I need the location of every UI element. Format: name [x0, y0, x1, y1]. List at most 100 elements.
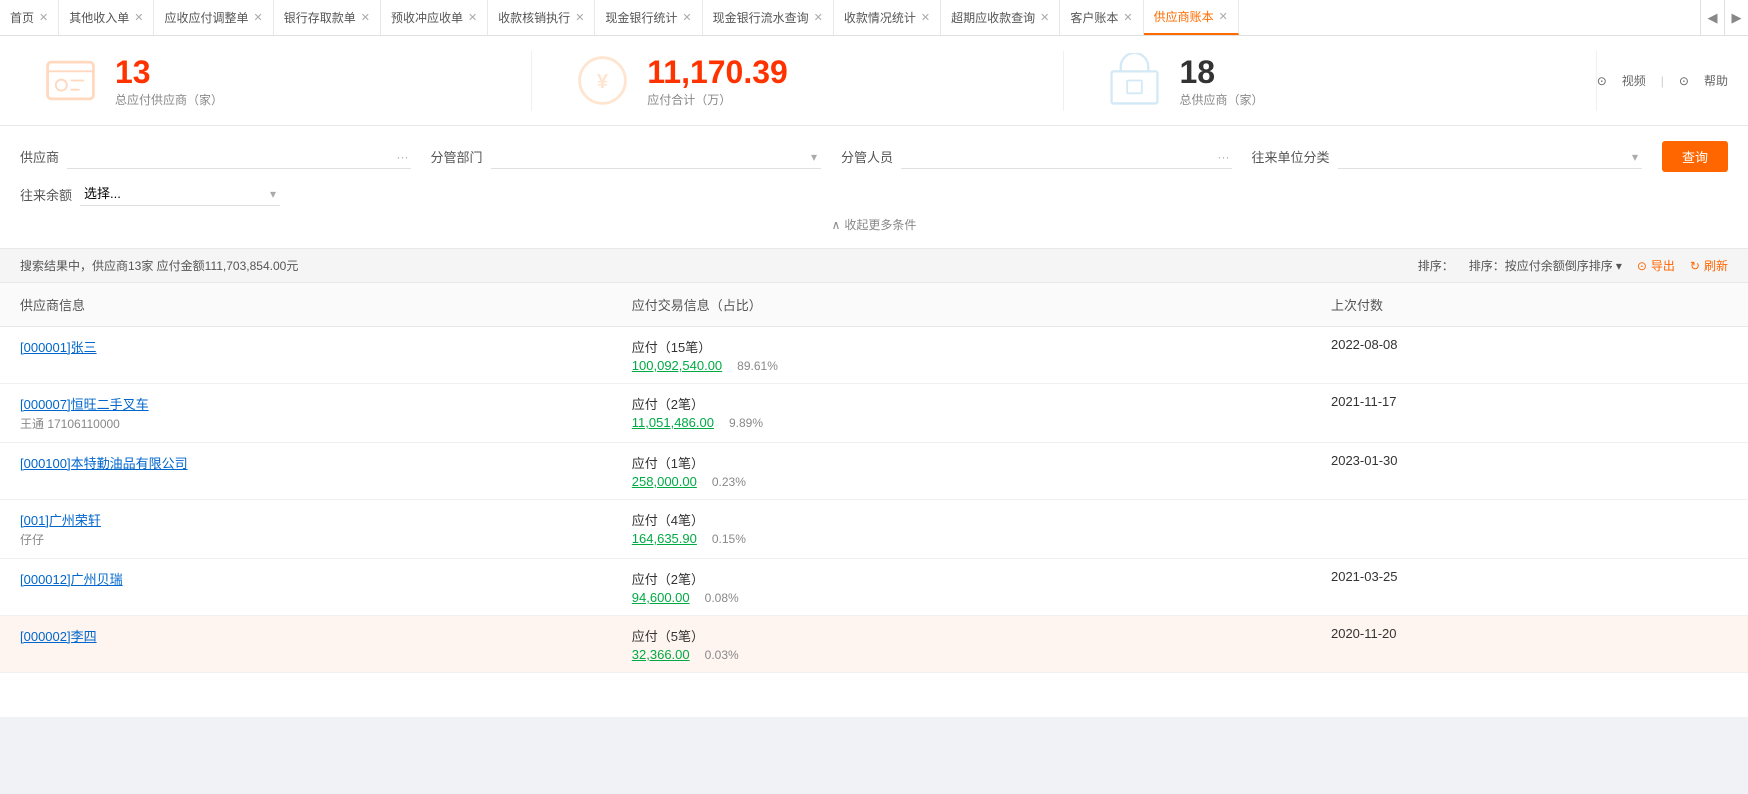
refresh-icon: ↻: [1690, 259, 1700, 273]
tab-supplier-account[interactable]: 供应商账本 ✕: [1144, 0, 1239, 35]
help-label[interactable]: 帮助: [1704, 72, 1728, 89]
search-row-1: 供应商 ··· 分管部门 ▾ 分管人员 ··· 往来单位分类: [20, 141, 1728, 172]
supplier-ellipsis-icon: ···: [397, 150, 409, 164]
tab-collection[interactable]: 收款核销执行 ✕: [488, 0, 595, 35]
transaction-label: 应付（2笔）: [632, 394, 1291, 413]
person-field: 分管人员 ···: [841, 145, 1232, 169]
sort-button[interactable]: 排序：按应付余额倒序排序 ▾: [1469, 257, 1622, 274]
tab-bank-close[interactable]: ✕: [361, 11, 370, 24]
tab-other-income-close[interactable]: ✕: [134, 11, 143, 24]
top-navigation: 首页 ✕ 其他收入单 ✕ 应收应付调整单 ✕ 银行存取款单 ✕ 预收冲应收单 ✕…: [0, 0, 1748, 36]
header-lastpay: 上次付数: [1311, 283, 1748, 327]
query-button[interactable]: 查询: [1662, 141, 1728, 172]
sort-chevron-icon: ▾: [1616, 259, 1622, 273]
balance-select[interactable]: 选择...: [80, 182, 280, 206]
stat-payable-suppliers: 13 总应付供应商（家）: [0, 51, 532, 111]
refresh-label: 刷新: [1704, 257, 1728, 274]
transaction-amount[interactable]: 164,635.90: [632, 531, 697, 546]
collapse-button[interactable]: ∧ 收起更多条件: [20, 216, 1728, 233]
payable-suppliers-count: 13: [115, 53, 223, 91]
transaction-amount[interactable]: 32,366.00: [632, 647, 690, 662]
supplier-link[interactable]: [000012]广州贝瑞: [20, 572, 123, 587]
payable-suppliers-content: 13 总应付供应商（家）: [115, 53, 223, 108]
tab-adjustment-close[interactable]: ✕: [253, 11, 262, 24]
tab-advance-close[interactable]: ✕: [468, 11, 477, 24]
tab-cash-bank-flow-close[interactable]: ✕: [814, 11, 823, 24]
tab-adjustment[interactable]: 应收应付调整单 ✕: [154, 0, 273, 35]
tab-receipt-stat-label: 收款情况统计: [844, 9, 916, 26]
tab-receipt-stat[interactable]: 收款情况统计 ✕: [834, 0, 941, 35]
export-button[interactable]: ⊙ 导出: [1637, 257, 1675, 274]
stats-right-actions: ⊙ 视频 | ⊙ 帮助: [1597, 72, 1748, 89]
transaction-amount[interactable]: 258,000.00: [632, 474, 697, 489]
supplier-input[interactable]: [67, 145, 410, 169]
last-pay-date: 2021-11-17: [1311, 384, 1748, 443]
category-field: 往来单位分类 ▾: [1252, 145, 1643, 169]
tab-customer-account-close[interactable]: ✕: [1123, 11, 1132, 24]
tab-home[interactable]: 首页 ✕: [0, 0, 59, 35]
transaction-label: 应付（2笔）: [632, 569, 1291, 588]
transaction-label: 应付（4笔）: [632, 510, 1291, 529]
tab-other-income[interactable]: 其他收入单 ✕: [59, 0, 154, 35]
nav-arrows: ◀ ▶: [1700, 0, 1748, 36]
transaction-label: 应付（15笔）: [632, 337, 1291, 356]
supplier-link[interactable]: [001]广州荣轩: [20, 513, 101, 528]
table-row: [000001]张三应付（15笔）100,092,540.0089.61%202…: [0, 327, 1748, 384]
tab-cash-bank-stat-close[interactable]: ✕: [682, 11, 691, 24]
balance-label: 往来余额: [20, 185, 72, 204]
tab-cash-bank-flow[interactable]: 现金银行流水查询 ✕: [703, 0, 834, 35]
total-suppliers-label: 总供应商（家）: [1179, 91, 1263, 108]
tab-overdue-close[interactable]: ✕: [1040, 11, 1049, 24]
tab-receipt-stat-close[interactable]: ✕: [921, 11, 930, 24]
supplier-link[interactable]: [000002]李四: [20, 629, 97, 644]
tab-overdue-label: 超期应收款查询: [951, 9, 1035, 26]
supplier-link[interactable]: [000007]恒旺二手叉车: [20, 397, 149, 412]
department-select[interactable]: [491, 145, 821, 169]
transaction-percent: 0.23%: [712, 475, 746, 489]
tab-supplier-account-close[interactable]: ✕: [1219, 10, 1228, 23]
header-row: 供应商信息 应付交易信息（占比） 上次付数: [0, 283, 1748, 327]
refresh-button[interactable]: ↻ 刷新: [1690, 257, 1728, 274]
payable-total-label: 应付合计（万）: [647, 91, 788, 108]
table-container: 供应商信息 应付交易信息（占比） 上次付数 [000001]张三 应付（15笔） 1…: [0, 283, 1748, 717]
department-field: 分管部门 ▾: [431, 145, 822, 169]
nav-arrow-left[interactable]: ◀: [1700, 0, 1724, 36]
tab-customer-account-label: 客户账本: [1070, 9, 1118, 26]
category-label: 往来单位分类: [1252, 147, 1330, 166]
tab-collection-close[interactable]: ✕: [575, 11, 584, 24]
transaction-amount[interactable]: 94,600.00: [632, 590, 690, 605]
transaction-label: 应付（1笔）: [632, 453, 1291, 472]
last-pay-date: 2023-01-30: [1311, 443, 1748, 500]
tab-home-close[interactable]: ✕: [39, 11, 48, 24]
transaction-percent: 9.89%: [729, 416, 763, 430]
tab-bank[interactable]: 银行存取款单 ✕: [274, 0, 381, 35]
person-input[interactable]: [901, 145, 1231, 169]
video-label[interactable]: 视频: [1622, 72, 1646, 89]
tab-advance-label: 预收冲应收单: [391, 9, 463, 26]
tab-adjustment-label: 应收应付调整单: [164, 9, 248, 26]
result-actions: 排序： 排序：按应付余额倒序排序 ▾ ⊙ 导出 ↻ 刷新: [1418, 257, 1728, 274]
tab-customer-account[interactable]: 客户账本 ✕: [1060, 0, 1143, 35]
supplier-link[interactable]: [000100]本特勤油品有限公司: [20, 456, 188, 471]
payable-suppliers-icon: [40, 51, 100, 111]
tab-cash-bank-stat[interactable]: 现金银行统计 ✕: [595, 0, 702, 35]
nav-arrow-right[interactable]: ▶: [1724, 0, 1748, 36]
supplier-link[interactable]: [000001]张三: [20, 340, 97, 355]
transaction-percent: 0.03%: [705, 648, 739, 662]
tab-advance[interactable]: 预收冲应收单 ✕: [381, 0, 488, 35]
sort-text: 排序：按应付余额倒序排序: [1469, 257, 1613, 274]
transaction-amount[interactable]: 11,051,486.00: [632, 415, 714, 430]
sort-label: 排序：: [1418, 257, 1454, 274]
transaction-label: 应付（5笔）: [632, 626, 1291, 645]
supplier-sub-info: 王通 17106110000: [20, 415, 592, 432]
transaction-amount[interactable]: 100,092,540.00: [632, 358, 722, 373]
help-icon: ⊙: [1679, 74, 1689, 88]
divider: |: [1661, 74, 1664, 88]
tab-overdue[interactable]: 超期应收款查询 ✕: [941, 0, 1060, 35]
total-suppliers-content: 18 总供应商（家）: [1179, 53, 1263, 108]
result-bar: 搜索结果中，供应商13家 应付金额111,703,854.00元 排序： 排序：…: [0, 249, 1748, 283]
supplier-sub-info: 仔仔: [20, 531, 592, 548]
payable-total-content: 11,170.39 应付合计（万）: [647, 53, 788, 108]
category-select[interactable]: [1338, 145, 1642, 169]
transaction-percent: 89.61%: [737, 359, 778, 373]
